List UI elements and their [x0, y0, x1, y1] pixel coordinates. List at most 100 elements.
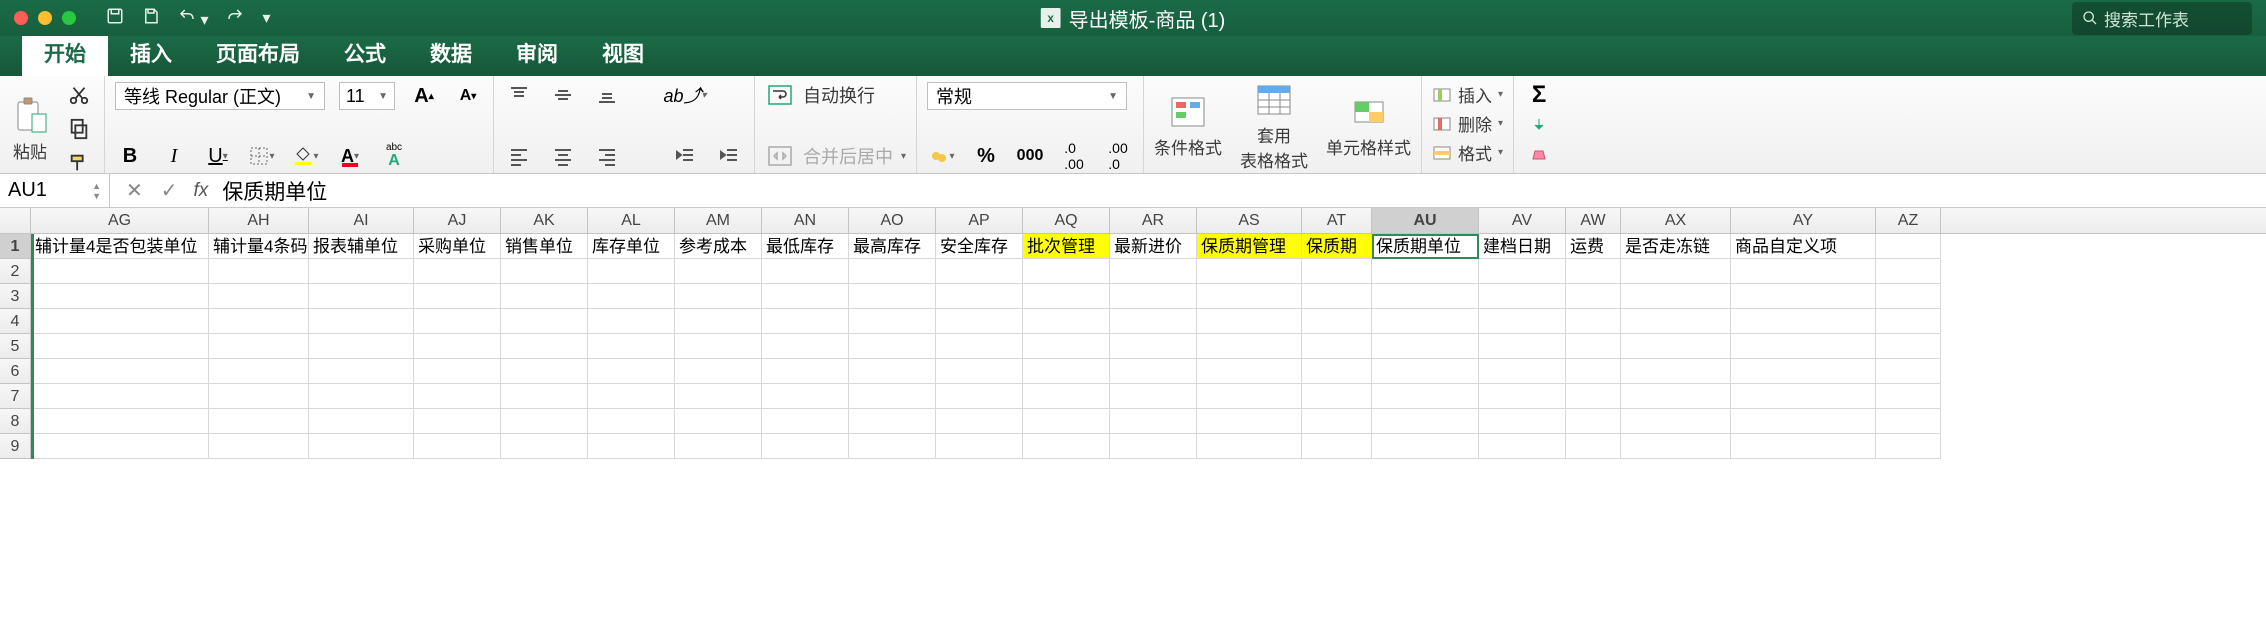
delete-cells-button[interactable]: 删除▾ — [1432, 111, 1503, 136]
cell-AM2[interactable] — [675, 259, 762, 284]
cell-AN2[interactable] — [762, 259, 849, 284]
cell-AH1[interactable]: 辅计量4条码 — [209, 234, 309, 259]
cell-AO4[interactable] — [849, 309, 936, 334]
conditional-format-button[interactable]: 条件格式 — [1154, 92, 1222, 159]
cell-AQ4[interactable] — [1023, 309, 1110, 334]
cell-AT1[interactable]: 保质期 — [1302, 234, 1372, 259]
align-top-icon[interactable] — [504, 82, 534, 108]
cell-AJ8[interactable] — [414, 409, 501, 434]
comma-icon[interactable]: 000 — [1015, 143, 1045, 169]
col-header-AZ[interactable]: AZ — [1876, 208, 1941, 233]
cell-AQ6[interactable] — [1023, 359, 1110, 384]
cell-AX9[interactable] — [1621, 434, 1731, 459]
cell-AL3[interactable] — [588, 284, 675, 309]
wrap-text-label[interactable]: 自动换行 — [803, 82, 875, 108]
cell-AH9[interactable] — [209, 434, 309, 459]
cell-AZ4[interactable] — [1876, 309, 1941, 334]
borders-button[interactable]: ▾ — [247, 143, 277, 169]
underline-button[interactable]: U ▾ — [203, 143, 233, 169]
cell-AT2[interactable] — [1302, 259, 1372, 284]
cell-AJ3[interactable] — [414, 284, 501, 309]
cell-AI4[interactable] — [309, 309, 414, 334]
wrap-text-icon[interactable] — [765, 82, 795, 108]
percent-icon[interactable]: % — [971, 143, 1001, 169]
enter-formula-icon[interactable]: ✓ — [161, 178, 178, 203]
cell-AX3[interactable] — [1621, 284, 1731, 309]
col-header-AJ[interactable]: AJ — [414, 208, 501, 233]
cell-AI6[interactable] — [309, 359, 414, 384]
cell-AV3[interactable] — [1479, 284, 1566, 309]
cell-AQ1[interactable]: 批次管理 — [1023, 234, 1110, 259]
cell-AU9[interactable] — [1372, 434, 1479, 459]
cell-AJ2[interactable] — [414, 259, 501, 284]
merge-center-icon[interactable] — [765, 143, 795, 169]
cell-AQ7[interactable] — [1023, 384, 1110, 409]
paste-button[interactable]: 粘贴 — [10, 96, 50, 163]
row-header-3[interactable]: 3 — [0, 284, 31, 309]
cell-AK6[interactable] — [501, 359, 588, 384]
cell-AO2[interactable] — [849, 259, 936, 284]
cell-AV8[interactable] — [1479, 409, 1566, 434]
cell-AM9[interactable] — [675, 434, 762, 459]
cell-AR3[interactable] — [1110, 284, 1197, 309]
cell-AP7[interactable] — [936, 384, 1023, 409]
cell-AO5[interactable] — [849, 334, 936, 359]
cell-AX5[interactable] — [1621, 334, 1731, 359]
cell-AP2[interactable] — [936, 259, 1023, 284]
cell-AS9[interactable] — [1197, 434, 1302, 459]
autosave-icon[interactable] — [106, 7, 124, 30]
row-header-2[interactable]: 2 — [0, 259, 31, 284]
cell-AU1[interactable]: 保质期单位 — [1372, 234, 1479, 259]
tab-视图[interactable]: 视图 — [580, 31, 666, 76]
search-box[interactable]: 搜索工作表 — [2072, 2, 2252, 35]
fx-icon[interactable]: fx — [194, 180, 209, 202]
cell-AZ6[interactable] — [1876, 359, 1941, 384]
cell-AQ2[interactable] — [1023, 259, 1110, 284]
cell-AI2[interactable] — [309, 259, 414, 284]
cell-AW1[interactable]: 运费 — [1566, 234, 1621, 259]
cell-AK5[interactable] — [501, 334, 588, 359]
cell-AX7[interactable] — [1621, 384, 1731, 409]
cell-AP6[interactable] — [936, 359, 1023, 384]
cell-AY5[interactable] — [1731, 334, 1876, 359]
cell-AT3[interactable] — [1302, 284, 1372, 309]
cell-AL2[interactable] — [588, 259, 675, 284]
cell-AH3[interactable] — [209, 284, 309, 309]
cell-AP1[interactable]: 安全库存 — [936, 234, 1023, 259]
cell-AP9[interactable] — [936, 434, 1023, 459]
cell-AQ5[interactable] — [1023, 334, 1110, 359]
format-as-table-button[interactable]: 套用 表格格式 — [1240, 80, 1308, 172]
fill-icon[interactable] — [1524, 112, 1554, 138]
cell-AU8[interactable] — [1372, 409, 1479, 434]
merge-center-label[interactable]: 合并后居中 — [803, 143, 893, 169]
cell-AX6[interactable] — [1621, 359, 1731, 384]
decrease-font-icon[interactable]: A▾ — [453, 83, 483, 109]
tab-页面布局[interactable]: 页面布局 — [194, 31, 322, 76]
cell-AS4[interactable] — [1197, 309, 1302, 334]
cell-AR7[interactable] — [1110, 384, 1197, 409]
autosum-icon[interactable]: Σ — [1524, 82, 1554, 108]
cell-AO6[interactable] — [849, 359, 936, 384]
cell-AV1[interactable]: 建档日期 — [1479, 234, 1566, 259]
cell-AV6[interactable] — [1479, 359, 1566, 384]
cell-AG7[interactable] — [31, 384, 209, 409]
cell-AJ7[interactable] — [414, 384, 501, 409]
cell-AU6[interactable] — [1372, 359, 1479, 384]
col-header-AS[interactable]: AS — [1197, 208, 1302, 233]
copy-icon[interactable] — [64, 116, 94, 142]
cell-AY1[interactable]: 商品自定义项 — [1731, 234, 1876, 259]
col-header-AV[interactable]: AV — [1479, 208, 1566, 233]
cell-AZ5[interactable] — [1876, 334, 1941, 359]
cell-AR1[interactable]: 最新进价 — [1110, 234, 1197, 259]
cell-AL1[interactable]: 库存单位 — [588, 234, 675, 259]
increase-indent-icon[interactable] — [714, 143, 744, 169]
col-header-AH[interactable]: AH — [209, 208, 309, 233]
cell-AS8[interactable] — [1197, 409, 1302, 434]
cell-AN3[interactable] — [762, 284, 849, 309]
col-header-AW[interactable]: AW — [1566, 208, 1621, 233]
tab-审阅[interactable]: 审阅 — [494, 31, 580, 76]
cell-AU2[interactable] — [1372, 259, 1479, 284]
cell-AH8[interactable] — [209, 409, 309, 434]
col-header-AO[interactable]: AO — [849, 208, 936, 233]
cell-AW9[interactable] — [1566, 434, 1621, 459]
